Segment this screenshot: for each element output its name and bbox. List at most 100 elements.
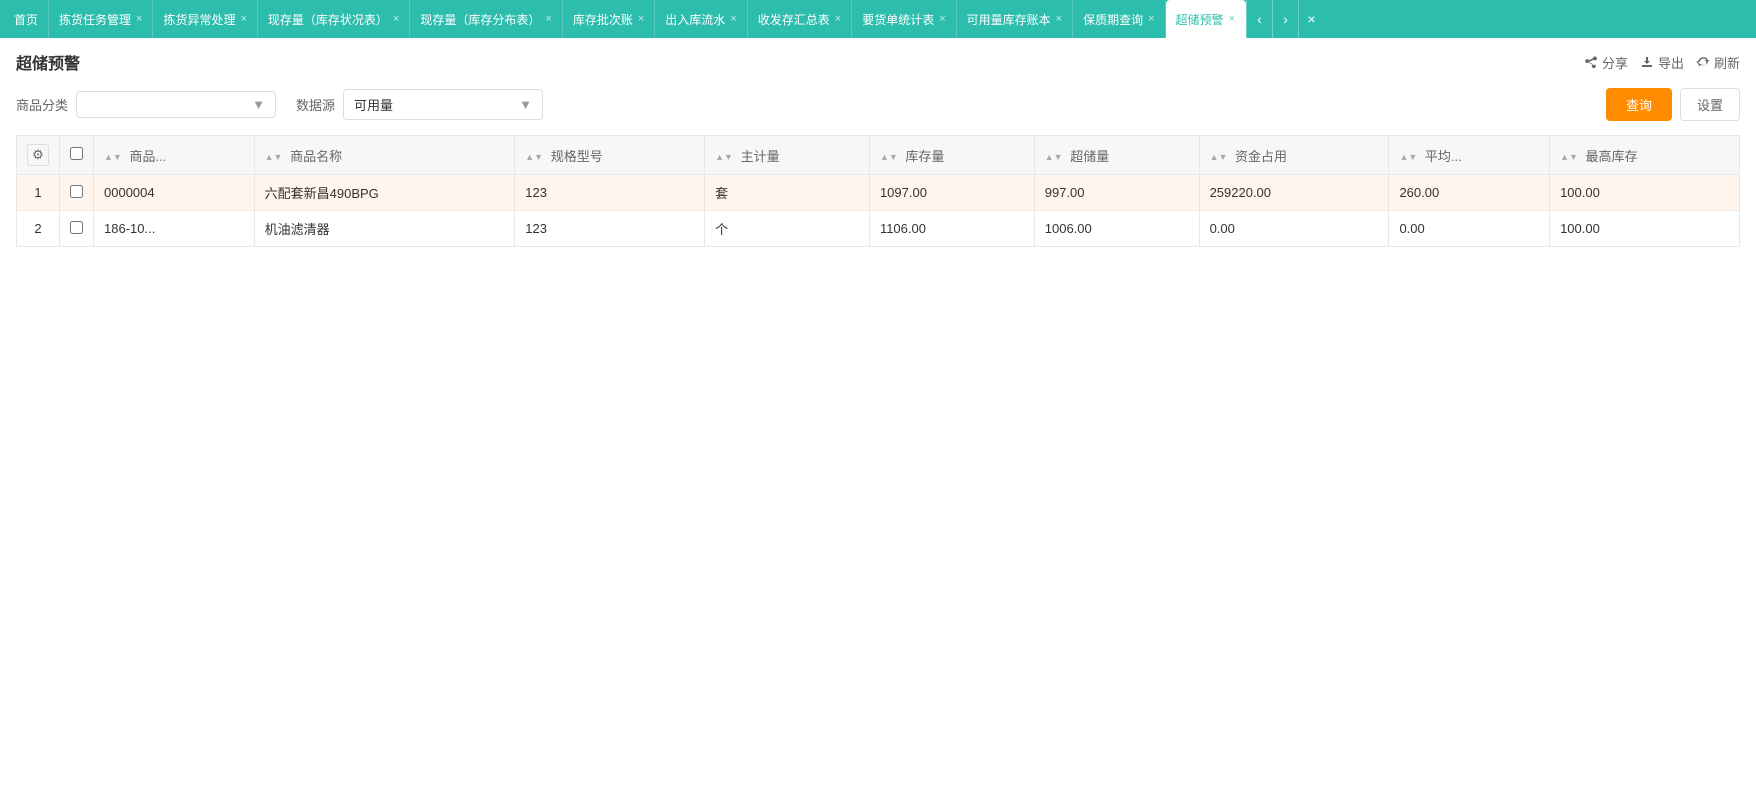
nav-tab-available-account[interactable]: 可用量库存账本 ×: [957, 0, 1073, 38]
page-header: 超储预警 分享 导出 刷新: [16, 50, 1740, 74]
nav-tab-batch-account-label: 库存批次账: [573, 11, 633, 28]
export-label: 导出: [1658, 53, 1684, 72]
row-unit-0: 套: [705, 175, 870, 211]
datasource-select[interactable]: 可用量 ▼: [343, 89, 543, 120]
row-spec-1: 123: [515, 211, 705, 247]
category-select[interactable]: ▼: [76, 91, 276, 118]
sort-overstock-icon: ▲▼: [1045, 153, 1063, 162]
settings-button[interactable]: 设置: [1680, 88, 1740, 121]
nav-tab-collect-summary[interactable]: 收发存汇总表 ×: [748, 0, 852, 38]
nav-next-button[interactable]: ›: [1272, 0, 1298, 38]
nav-tab-available-account-close[interactable]: ×: [1056, 13, 1062, 25]
sort-max-stock-icon: ▲▼: [1560, 153, 1578, 162]
nav-close-button[interactable]: ×: [1298, 0, 1324, 38]
row-unit-1: 个: [705, 211, 870, 247]
nav-tab-pick-exception[interactable]: 拣货异常处理 ×: [153, 0, 257, 38]
row-inventory-1: 1106.00: [869, 211, 1034, 247]
export-button[interactable]: 导出: [1640, 53, 1684, 72]
row-product-name-1: 机油滤清器: [254, 211, 515, 247]
data-table: ⚙ ▲▼ 商品... ▲▼ 商品名称 ▲▼ 规格型号 ▲▼: [16, 135, 1740, 247]
row-capital-0: 259220.00: [1199, 175, 1389, 211]
nav-prev-button[interactable]: ‹: [1246, 0, 1272, 38]
row-avg-1: 0.00: [1389, 211, 1550, 247]
row-product-code-0: 0000004: [94, 175, 255, 211]
category-dropdown-arrow: ▼: [252, 97, 265, 112]
th-unit[interactable]: ▲▼ 主计量: [705, 136, 870, 175]
nav-tab-inout-flow[interactable]: 出入库流水 ×: [655, 0, 747, 38]
nav-tab-inventory-dist-label: 现存量（库存分布表）: [420, 11, 540, 28]
nav-tab-inventory-status[interactable]: 现存量（库存状况表） ×: [258, 0, 410, 38]
share-button[interactable]: 分享: [1584, 53, 1628, 72]
datasource-filter: 数据源 可用量 ▼: [296, 89, 543, 120]
th-inventory[interactable]: ▲▼ 库存量: [869, 136, 1034, 175]
nav-tab-order-stats-label: 要货单统计表: [862, 11, 934, 28]
nav-tab-pick-task-close[interactable]: ×: [136, 13, 142, 25]
th-avg[interactable]: ▲▼ 平均...: [1389, 136, 1550, 175]
row-num-0: 1: [17, 175, 60, 211]
th-inventory-label: 库存量: [905, 149, 944, 164]
datasource-dropdown-arrow: ▼: [519, 97, 532, 112]
share-label: 分享: [1602, 53, 1628, 72]
th-capital[interactable]: ▲▼ 资金占用: [1199, 136, 1389, 175]
sort-avg-icon: ▲▼: [1399, 153, 1417, 162]
row-product-code-1: 186-10...: [94, 211, 255, 247]
row-spec-0: 123: [515, 175, 705, 211]
sort-inventory-icon: ▲▼: [880, 153, 898, 162]
nav-tab-collect-summary-close[interactable]: ×: [835, 13, 841, 25]
nav-tab-quality-query-label: 保质期查询: [1083, 11, 1143, 28]
th-capital-label: 资金占用: [1235, 149, 1287, 164]
th-product-code[interactable]: ▲▼ 商品...: [94, 136, 255, 175]
select-all-checkbox[interactable]: [70, 147, 83, 160]
th-overstock[interactable]: ▲▼ 超储量: [1034, 136, 1199, 175]
nav-tab-quality-query-close[interactable]: ×: [1148, 13, 1154, 25]
nav-tab-batch-account-close[interactable]: ×: [638, 13, 644, 25]
th-max-stock[interactable]: ▲▼ 最高库存: [1550, 136, 1740, 175]
row-avg-0: 260.00: [1389, 175, 1550, 211]
th-product-name[interactable]: ▲▼ 商品名称: [254, 136, 515, 175]
row-overstock-0: 997.00: [1034, 175, 1199, 211]
nav-tab-inventory-dist[interactable]: 现存量（库存分布表） ×: [410, 0, 562, 38]
nav-tab-pick-exception-close[interactable]: ×: [240, 13, 246, 25]
datasource-select-value: 可用量: [354, 95, 393, 114]
th-settings: ⚙: [17, 136, 60, 175]
th-product-code-label: 商品...: [129, 149, 166, 164]
nav-tab-batch-account[interactable]: 库存批次账 ×: [563, 0, 655, 38]
row-checkbox-0[interactable]: [60, 175, 94, 211]
header-actions: 分享 导出 刷新: [1584, 53, 1740, 72]
table-settings-icon[interactable]: ⚙: [27, 144, 49, 166]
refresh-button[interactable]: 刷新: [1696, 53, 1740, 72]
nav-tab-order-stats[interactable]: 要货单统计表 ×: [852, 0, 956, 38]
th-checkbox: [60, 136, 94, 175]
row-checkbox-1[interactable]: [60, 211, 94, 247]
nav-tab-overstock-close[interactable]: ×: [1229, 13, 1235, 25]
filter-actions: 查询 设置: [1606, 88, 1740, 121]
sort-product-name-icon: ▲▼: [265, 153, 283, 162]
nav-tab-overstock[interactable]: 超储预警 ×: [1166, 0, 1246, 38]
nav-tab-overstock-label: 超储预警: [1176, 11, 1224, 28]
row-product-name-0: 六配套新昌490BPG: [254, 175, 515, 211]
query-button[interactable]: 查询: [1606, 88, 1672, 121]
table-row: 1 0000004 六配套新昌490BPG 123 套 1097.00 997.…: [17, 175, 1740, 211]
nav-tab-available-account-label: 可用量库存账本: [967, 11, 1051, 28]
th-unit-label: 主计量: [741, 149, 780, 164]
top-navigation: 首页 拣货任务管理 × 拣货异常处理 × 现存量（库存状况表） × 现存量（库存…: [0, 0, 1756, 38]
row-capital-1: 0.00: [1199, 211, 1389, 247]
nav-tab-inventory-status-label: 现存量（库存状况表）: [268, 11, 388, 28]
th-product-name-label: 商品名称: [290, 149, 342, 164]
th-max-stock-label: 最高库存: [1586, 149, 1638, 164]
nav-tab-inventory-dist-close[interactable]: ×: [545, 13, 551, 25]
th-spec[interactable]: ▲▼ 规格型号: [515, 136, 705, 175]
nav-tab-pick-task[interactable]: 拣货任务管理 ×: [49, 0, 153, 38]
nav-tab-inout-flow-close[interactable]: ×: [730, 13, 736, 25]
nav-tab-inout-flow-label: 出入库流水: [665, 11, 725, 28]
nav-tab-quality-query[interactable]: 保质期查询 ×: [1073, 0, 1165, 38]
page-title: 超储预警: [16, 50, 80, 74]
nav-tab-order-stats-close[interactable]: ×: [939, 13, 945, 25]
nav-tab-collect-summary-label: 收发存汇总表: [758, 11, 830, 28]
nav-tab-home[interactable]: 首页: [4, 0, 49, 38]
sort-unit-icon: ▲▼: [715, 153, 733, 162]
nav-tab-pick-task-label: 拣货任务管理: [59, 11, 131, 28]
refresh-label: 刷新: [1714, 53, 1740, 72]
sort-capital-icon: ▲▼: [1210, 153, 1228, 162]
nav-tab-inventory-status-close[interactable]: ×: [393, 13, 399, 25]
